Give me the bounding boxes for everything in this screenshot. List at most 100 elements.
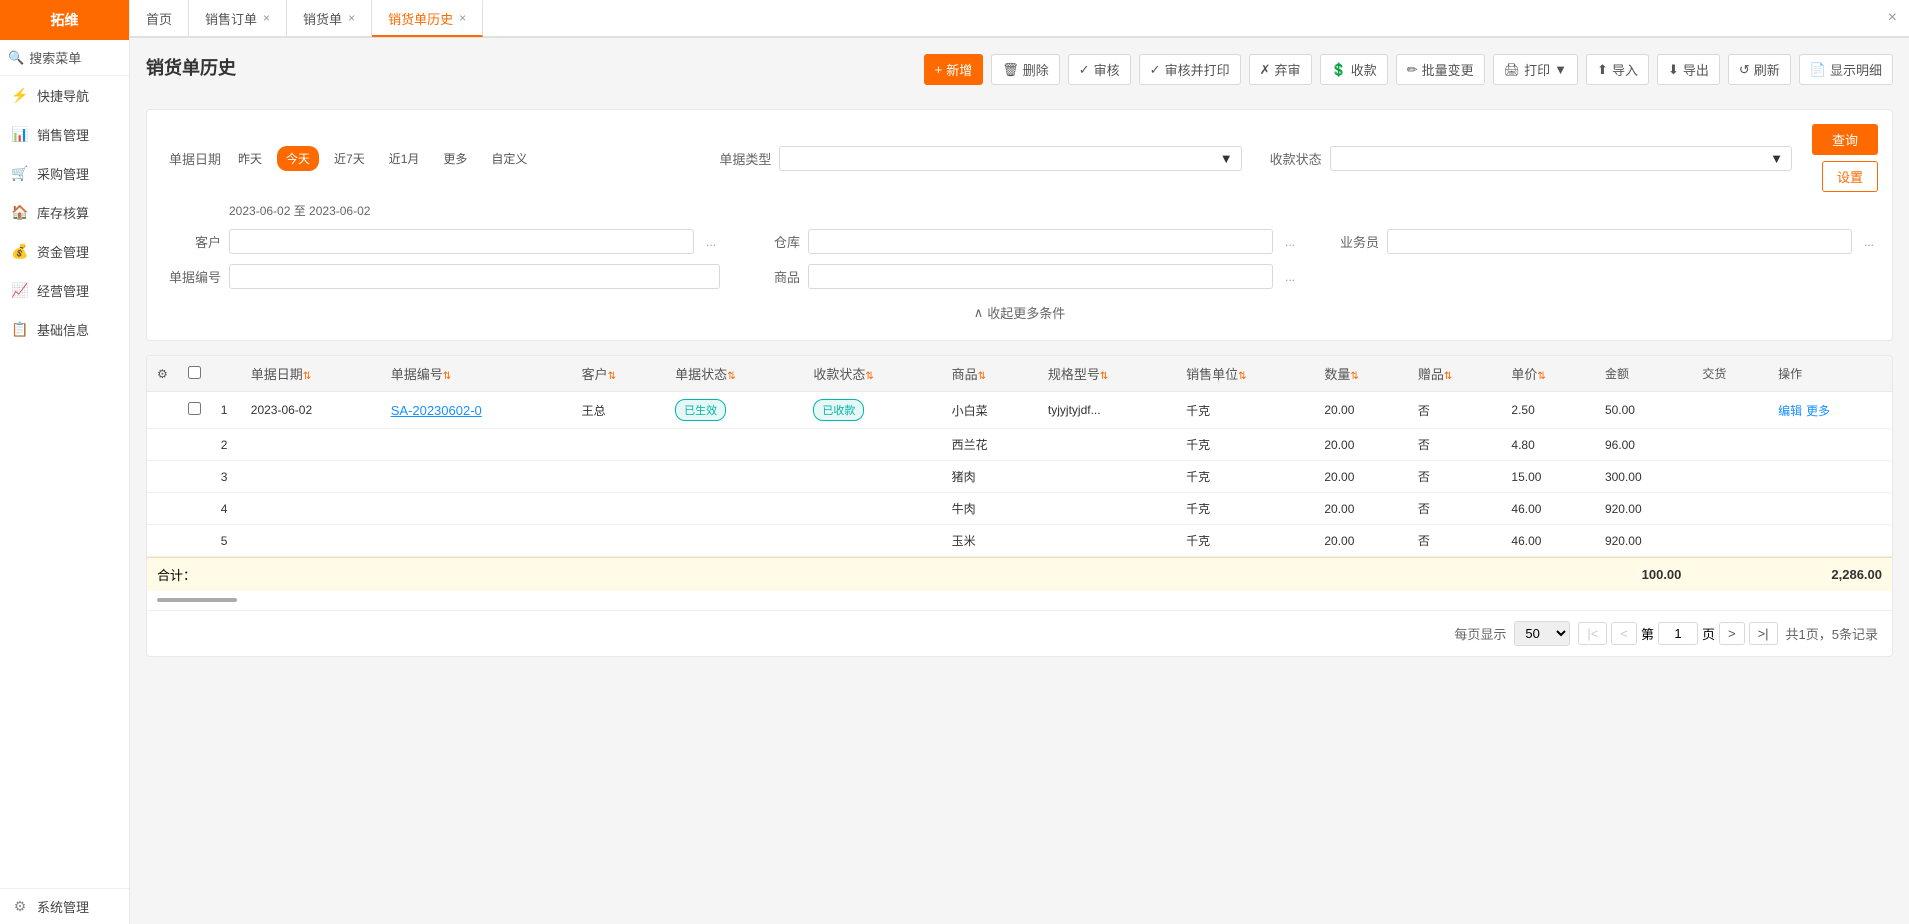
sidebar-item-sales-mgmt[interactable]: 📊 销售管理	[0, 115, 129, 154]
doc-status-tag: 已生效	[675, 399, 726, 421]
filter-doc-type: 单据类型 ▼	[711, 146, 1241, 171]
data-table: ⚙ 单据日期⇅ 单据编号⇅ 客户⇅ 单据状态⇅ 收款状态⇅ 商品⇅ 规格型号⇅ …	[147, 356, 1892, 557]
row-select-checkbox[interactable]	[188, 402, 201, 415]
row-checkbox[interactable]	[178, 525, 211, 557]
sidebar-item-purchase-mgmt[interactable]: 🛒 采购管理	[0, 154, 129, 193]
col-date[interactable]: 单据日期⇅	[241, 356, 381, 392]
col-price[interactable]: 单价⇅	[1501, 356, 1595, 392]
doc-no-label: 单据编号	[161, 267, 221, 286]
salesperson-input[interactable]	[1387, 229, 1852, 254]
import-icon: ⬆	[1597, 62, 1608, 78]
sidebar-item-label: 基础信息	[37, 320, 89, 339]
row-checkbox[interactable]	[178, 392, 211, 429]
table-row: 3 猪肉 千克 20.00 否 15.00 300.00	[147, 461, 1892, 493]
collect-button[interactable]: 💲 收款	[1320, 54, 1388, 85]
add-button[interactable]: + 新增	[924, 54, 984, 85]
col-gift[interactable]: 赠品⇅	[1408, 356, 1502, 392]
first-page-button[interactable]: |<	[1578, 622, 1607, 645]
export-button[interactable]: ⬇ 导出	[1657, 54, 1720, 85]
refresh-button[interactable]: ↺ 刷新	[1728, 54, 1791, 85]
tab-sales-delivery-history[interactable]: 销货单历史 ×	[372, 1, 483, 37]
col-doc-status[interactable]: 单据状态⇅	[665, 356, 803, 392]
date-btn-today[interactable]: 今天	[277, 146, 319, 171]
date-btn-yesterday[interactable]: 昨天	[229, 146, 271, 171]
doc-no-input[interactable]	[229, 264, 720, 289]
tab-sales-delivery-history-close[interactable]: ×	[459, 11, 466, 25]
row-checkbox[interactable]	[178, 493, 211, 525]
row-customer	[572, 525, 666, 557]
page-input[interactable]	[1658, 622, 1698, 645]
doc-type-select[interactable]: ▼	[779, 146, 1241, 171]
sidebar-logo: 拓维	[0, 0, 129, 40]
purchase-icon: 🛒	[11, 165, 29, 183]
customer-label: 客户	[161, 232, 221, 251]
sidebar-item-ops-mgmt[interactable]: 📈 经营管理	[0, 271, 129, 310]
sidebar-item-basic-info[interactable]: 📋 基础信息	[0, 310, 129, 349]
tab-home[interactable]: 首页	[130, 0, 189, 36]
row-checkbox[interactable]	[178, 429, 211, 461]
col-payment-status[interactable]: 收款状态⇅	[803, 356, 941, 392]
row-qty: 20.00	[1314, 392, 1408, 429]
col-goods[interactable]: 商品⇅	[942, 356, 1038, 392]
row-gift: 否	[1408, 429, 1502, 461]
row-date	[241, 461, 381, 493]
salesperson-ellipsis[interactable]: ...	[1860, 235, 1878, 249]
query-button[interactable]: 查询	[1812, 124, 1878, 155]
col-settings[interactable]: ⚙	[147, 356, 178, 392]
print-button[interactable]: 🖨 打印 ▼	[1493, 54, 1578, 85]
delete-button[interactable]: 🗑 删除	[991, 54, 1060, 85]
sidebar-item-inventory[interactable]: 🏠 库存核算	[0, 193, 129, 232]
col-customer[interactable]: 客户⇅	[572, 356, 666, 392]
goods-ellipsis[interactable]: ...	[1281, 270, 1299, 284]
row-doc-status	[665, 461, 803, 493]
row-date	[241, 429, 381, 461]
setting-button[interactable]: 设置	[1822, 161, 1878, 192]
more-action-button[interactable]: 更多	[1806, 402, 1830, 419]
date-btn-more[interactable]: 更多	[434, 146, 476, 171]
col-qty[interactable]: 数量⇅	[1314, 356, 1408, 392]
sidebar-item-finance[interactable]: 💰 资金管理	[0, 232, 129, 271]
audit-print-button[interactable]: ✓ 审核并打印	[1139, 54, 1241, 85]
date-btn-7days[interactable]: 近7天	[325, 146, 374, 171]
col-spec[interactable]: 规格型号⇅	[1038, 356, 1176, 392]
col-unit[interactable]: 销售单位⇅	[1176, 356, 1314, 392]
select-all-checkbox[interactable]	[188, 366, 201, 379]
doc-no-link[interactable]: SA-20230602-0	[391, 403, 482, 418]
tab-sales-order-close[interactable]: ×	[263, 11, 270, 25]
payment-status-select[interactable]: ▼	[1330, 146, 1792, 171]
edit-action-button[interactable]: 编辑	[1778, 402, 1802, 419]
per-page-select[interactable]: 50 100 200	[1514, 621, 1570, 646]
row-settings	[147, 493, 178, 525]
sidebar-item-quick-nav[interactable]: ⚡ 快捷导航	[0, 76, 129, 115]
row-checkbox[interactable]	[178, 461, 211, 493]
audit-button[interactable]: ✓ 审核	[1068, 54, 1131, 85]
prev-page-button[interactable]: <	[1611, 622, 1637, 645]
tab-sales-delivery-close[interactable]: ×	[348, 11, 355, 25]
abandon-button[interactable]: ✗ 弃审	[1249, 54, 1312, 85]
warehouse-input[interactable]	[808, 229, 1273, 254]
collapse-button[interactable]: ∧ 收起更多条件	[970, 299, 1070, 326]
customer-input[interactable]	[229, 229, 694, 254]
row-actions: 编辑 更多	[1768, 392, 1892, 429]
import-button[interactable]: ⬆ 导入	[1586, 54, 1649, 85]
row-spec	[1038, 493, 1176, 525]
date-btn-1month[interactable]: 近1月	[380, 146, 429, 171]
next-page-button[interactable]: >	[1719, 622, 1745, 645]
last-page-button[interactable]: >|	[1749, 622, 1778, 645]
sidebar-search[interactable]: 🔍 搜索菜单	[0, 40, 129, 76]
date-btn-custom[interactable]: 自定义	[482, 146, 536, 171]
horizontal-scrollbar[interactable]	[157, 598, 237, 602]
tab-close-all[interactable]: ×	[1876, 9, 1909, 27]
settings-icon: ⚙	[11, 898, 29, 916]
goods-input[interactable]	[808, 264, 1273, 289]
tab-sales-order[interactable]: 销售订单 ×	[189, 0, 287, 36]
doc-type-label: 单据类型	[711, 149, 771, 168]
tab-sales-delivery[interactable]: 销货单 ×	[287, 0, 372, 36]
col-doc-no[interactable]: 单据编号⇅	[381, 356, 572, 392]
customer-ellipsis[interactable]: ...	[702, 235, 720, 249]
show-detail-button[interactable]: 📄 显示明细	[1799, 54, 1893, 85]
filter-date: 单据日期 昨天 今天 近7天 近1月 更多 自定义	[161, 146, 691, 171]
batch-change-button[interactable]: ✏ 批量变更	[1396, 54, 1485, 85]
warehouse-ellipsis[interactable]: ...	[1281, 235, 1299, 249]
sidebar-item-sys-mgmt[interactable]: ⚙ 系统管理	[0, 889, 129, 924]
